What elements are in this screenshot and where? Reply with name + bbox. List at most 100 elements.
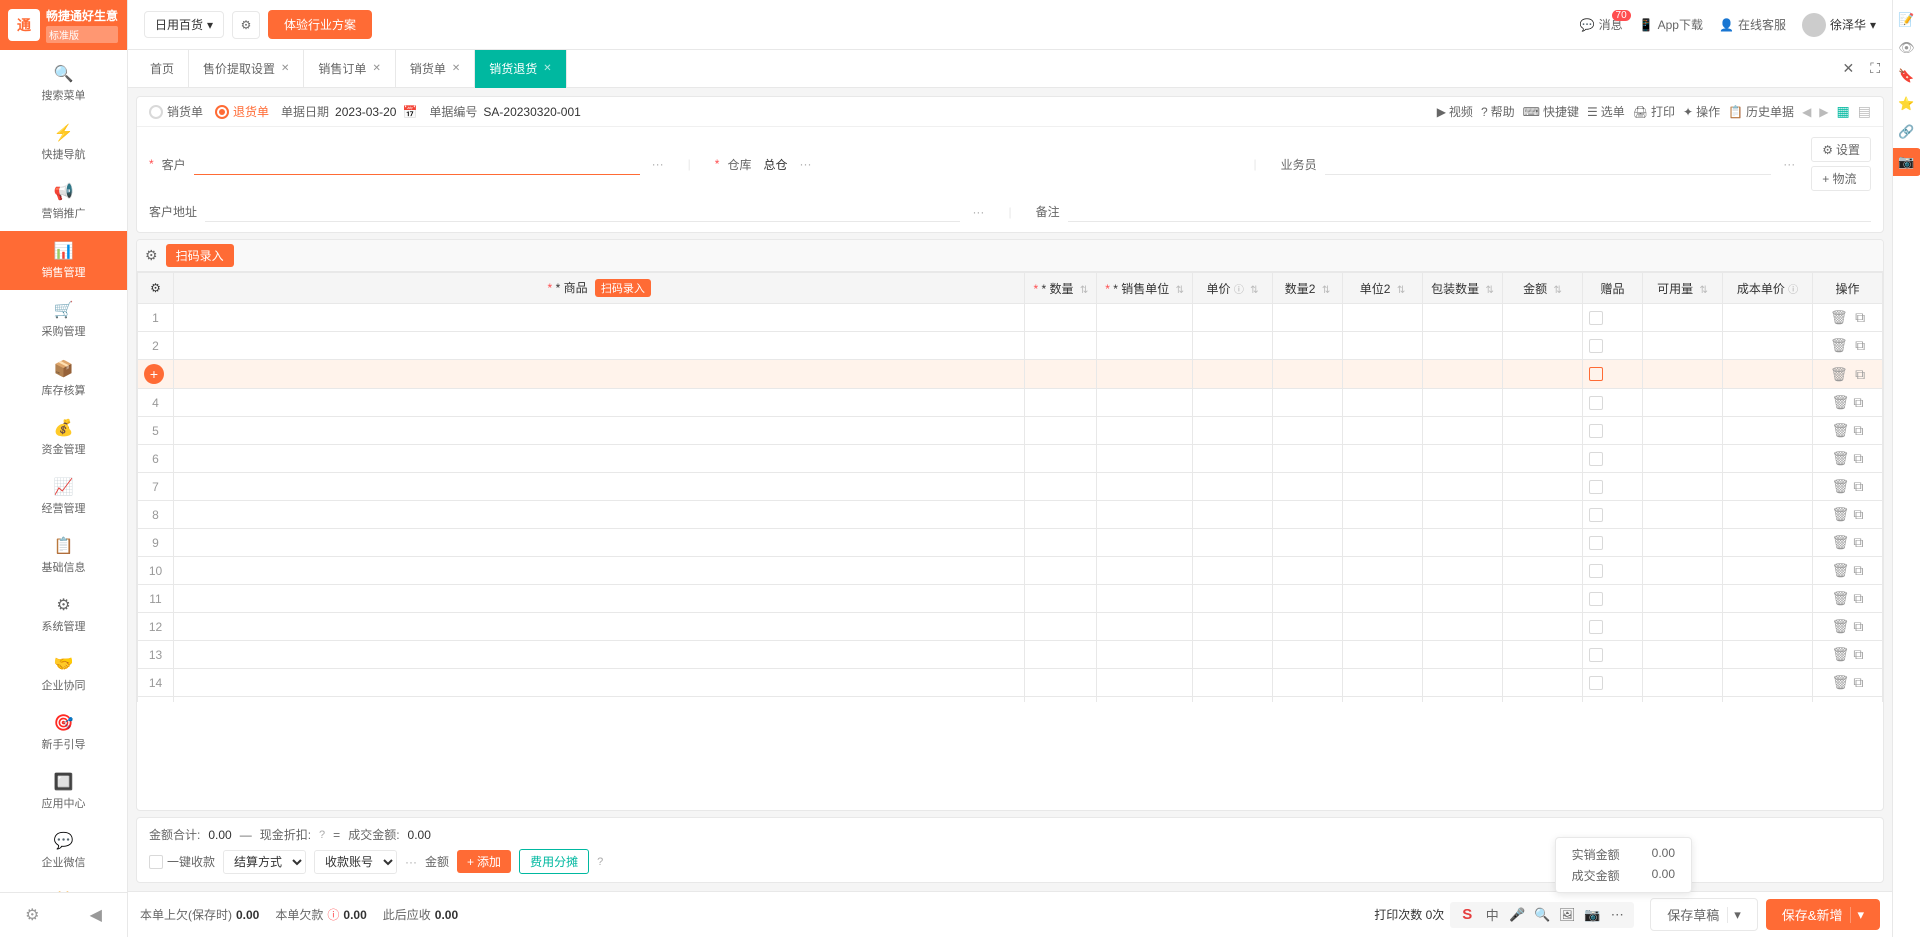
salesperson-input[interactable] xyxy=(1325,154,1772,175)
split-btn[interactable]: 费用分摊 xyxy=(519,849,589,874)
select-action[interactable]: ☰ 选单 xyxy=(1587,103,1625,120)
copy-icon[interactable]: ⧉ xyxy=(1853,307,1867,327)
gift-cell[interactable] xyxy=(1583,304,1643,332)
salesperson-select-icon[interactable]: ··· xyxy=(1783,157,1795,171)
tab-close-icon[interactable]: ✕ xyxy=(281,63,289,74)
right-icon-star[interactable]: ⭐ xyxy=(1895,92,1919,116)
user-menu[interactable]: 徐泽华 ▾ xyxy=(1802,13,1876,37)
copy-icon[interactable]: ⧉ xyxy=(1851,532,1865,552)
copy-icon[interactable]: ⧉ xyxy=(1853,364,1867,384)
tab-close-icon[interactable]: ✕ xyxy=(452,63,460,74)
scan-btn-in-header[interactable]: 扫码录入 xyxy=(595,279,651,297)
shortcut-action[interactable]: ⌨ 快捷键 xyxy=(1523,103,1579,120)
copy-icon[interactable]: ⧉ xyxy=(1851,644,1865,664)
img-icon[interactable]: 🖼 xyxy=(1556,904,1578,926)
save-new-btn[interactable]: 保存&新增 ▾ xyxy=(1766,899,1880,930)
price-cell-active[interactable] xyxy=(1193,360,1273,389)
unit-cell-active[interactable] xyxy=(1097,360,1193,389)
quick-pay-checkbox[interactable] xyxy=(149,855,163,869)
pkg-cell[interactable] xyxy=(1423,304,1503,332)
tab-close-icon[interactable]: ✕ xyxy=(543,63,551,74)
price-cell[interactable] xyxy=(1193,304,1273,332)
draft-chevron-icon[interactable]: ▾ xyxy=(1727,907,1741,923)
copy-icon[interactable]: ⧉ xyxy=(1851,700,1865,702)
amount-cell[interactable] xyxy=(1503,332,1583,360)
sidebar-item-marketing[interactable]: 📢 营销推广 xyxy=(0,172,127,231)
table-scroll-area[interactable]: ⚙ * * 商品 扫码录入 * * 数量 ⇅ xyxy=(137,272,1883,702)
gift-cell[interactable] xyxy=(1583,332,1643,360)
qty-cell[interactable] xyxy=(1025,332,1097,360)
gift-checkbox[interactable] xyxy=(1589,564,1603,578)
unit2-cell[interactable] xyxy=(1343,332,1423,360)
warehouse-select-icon[interactable]: ··· xyxy=(799,157,811,171)
search-status-icon[interactable]: 🔍 xyxy=(1531,904,1553,926)
gift-cell-active[interactable] xyxy=(1583,360,1643,389)
sidebar-item-sales[interactable]: 📊 销售管理 xyxy=(0,231,127,290)
unit2-cell[interactable] xyxy=(1343,304,1423,332)
right-icon-eye[interactable]: 👁 xyxy=(1895,36,1919,60)
right-icon-bookmark[interactable]: 🔖 xyxy=(1895,64,1919,88)
gift-checkbox[interactable] xyxy=(1589,339,1603,353)
delete-icon[interactable]: 🗑 xyxy=(1830,504,1852,524)
calendar-icon[interactable]: 📅 xyxy=(402,105,417,119)
tab-close-icon[interactable]: ✕ xyxy=(372,63,380,74)
copy-icon[interactable]: ⧉ xyxy=(1851,420,1865,440)
split-help-icon[interactable]: ? xyxy=(597,856,603,868)
sidebar-item-base[interactable]: 📋 基础信息 xyxy=(0,526,127,585)
print-action[interactable]: 🖨 打印 xyxy=(1633,103,1675,120)
copy-icon[interactable]: ⧉ xyxy=(1851,616,1865,636)
delete-icon[interactable]: 🗑 xyxy=(1828,307,1850,327)
tab-sales-return[interactable]: 销货退货 ✕ xyxy=(475,50,566,88)
gift-checkbox[interactable] xyxy=(1589,648,1603,662)
delete-icon[interactable]: 🗑 xyxy=(1830,672,1852,692)
table-settings-icon[interactable]: ⚙ xyxy=(145,247,158,264)
address-select-icon[interactable]: ··· xyxy=(972,205,984,219)
avail-cell-active[interactable] xyxy=(1643,360,1723,389)
sidebar-item-wechat[interactable]: 💬 企业微信 xyxy=(0,821,127,880)
scan-button[interactable]: 扫码录入 xyxy=(166,244,234,267)
delete-icon[interactable]: 🗑 xyxy=(1830,560,1852,580)
product-cell-active[interactable] xyxy=(174,360,1025,389)
sidebar-item-search[interactable]: 🔍 搜索菜单 xyxy=(0,54,127,113)
save-new-chevron-icon[interactable]: ▾ xyxy=(1850,907,1864,923)
account-select[interactable]: 收款账号 xyxy=(314,850,397,874)
trial-button[interactable]: 体验行业方案 xyxy=(268,10,372,39)
copy-icon[interactable]: ⧉ xyxy=(1851,588,1865,608)
gift-checkbox[interactable] xyxy=(1589,424,1603,438)
gift-checkbox[interactable] xyxy=(1589,508,1603,522)
sidebar-item-guide[interactable]: 🎯 新手引导 xyxy=(0,703,127,762)
tab-maximize-btn[interactable]: ⛶ xyxy=(1866,56,1884,81)
unit2-cell-active[interactable] xyxy=(1343,360,1423,389)
industry-dropdown[interactable]: 日用百货 ▾ xyxy=(144,11,224,38)
mic-icon[interactable]: 🎤 xyxy=(1506,904,1528,926)
gift-checkbox[interactable] xyxy=(1589,480,1603,494)
radio-return-bill[interactable]: 退货单 xyxy=(215,103,269,120)
delete-icon[interactable]: 🗑 xyxy=(1830,448,1852,468)
qty-cell-active[interactable] xyxy=(1025,360,1097,389)
qty2-cell[interactable] xyxy=(1273,304,1343,332)
copy-icon[interactable]: ⧉ xyxy=(1851,672,1865,692)
sidebar-item-member[interactable]: 👑 畅会员 xyxy=(0,880,127,892)
delete-icon[interactable]: 🗑 xyxy=(1830,700,1852,702)
delete-icon[interactable]: 🗑 xyxy=(1830,588,1852,608)
customer-input[interactable] xyxy=(194,154,640,175)
gift-checkbox[interactable] xyxy=(1589,452,1603,466)
delete-icon[interactable]: 🗑 xyxy=(1830,392,1852,412)
add-row-btn[interactable]: + xyxy=(144,364,164,384)
unit-cell[interactable] xyxy=(1097,332,1193,360)
qty-cell[interactable] xyxy=(1025,304,1097,332)
tab-sales-order[interactable]: 销售订单 ✕ xyxy=(304,50,395,88)
unit-cell[interactable] xyxy=(1097,304,1193,332)
help-action[interactable]: ? 帮助 xyxy=(1481,103,1515,120)
discount-help-icon[interactable]: ? xyxy=(319,829,325,841)
copy-icon[interactable]: ⧉ xyxy=(1851,560,1865,580)
copy-icon[interactable]: ⧉ xyxy=(1851,476,1865,496)
quick-pay-checkbox-label[interactable]: 一键收款 xyxy=(149,853,215,870)
tab-close-all-btn[interactable]: ✕ xyxy=(1838,56,1858,81)
copy-icon[interactable]: ⧉ xyxy=(1851,392,1865,412)
sidebar-collapse-btn[interactable]: ◀ xyxy=(86,901,106,929)
sidebar-item-collab[interactable]: 🤝 企业协同 xyxy=(0,644,127,703)
list-view-icon[interactable]: ▤ xyxy=(1858,103,1871,120)
operate-action[interactable]: ✦ 操作 xyxy=(1683,103,1720,120)
delete-icon[interactable]: 🗑 xyxy=(1830,420,1852,440)
